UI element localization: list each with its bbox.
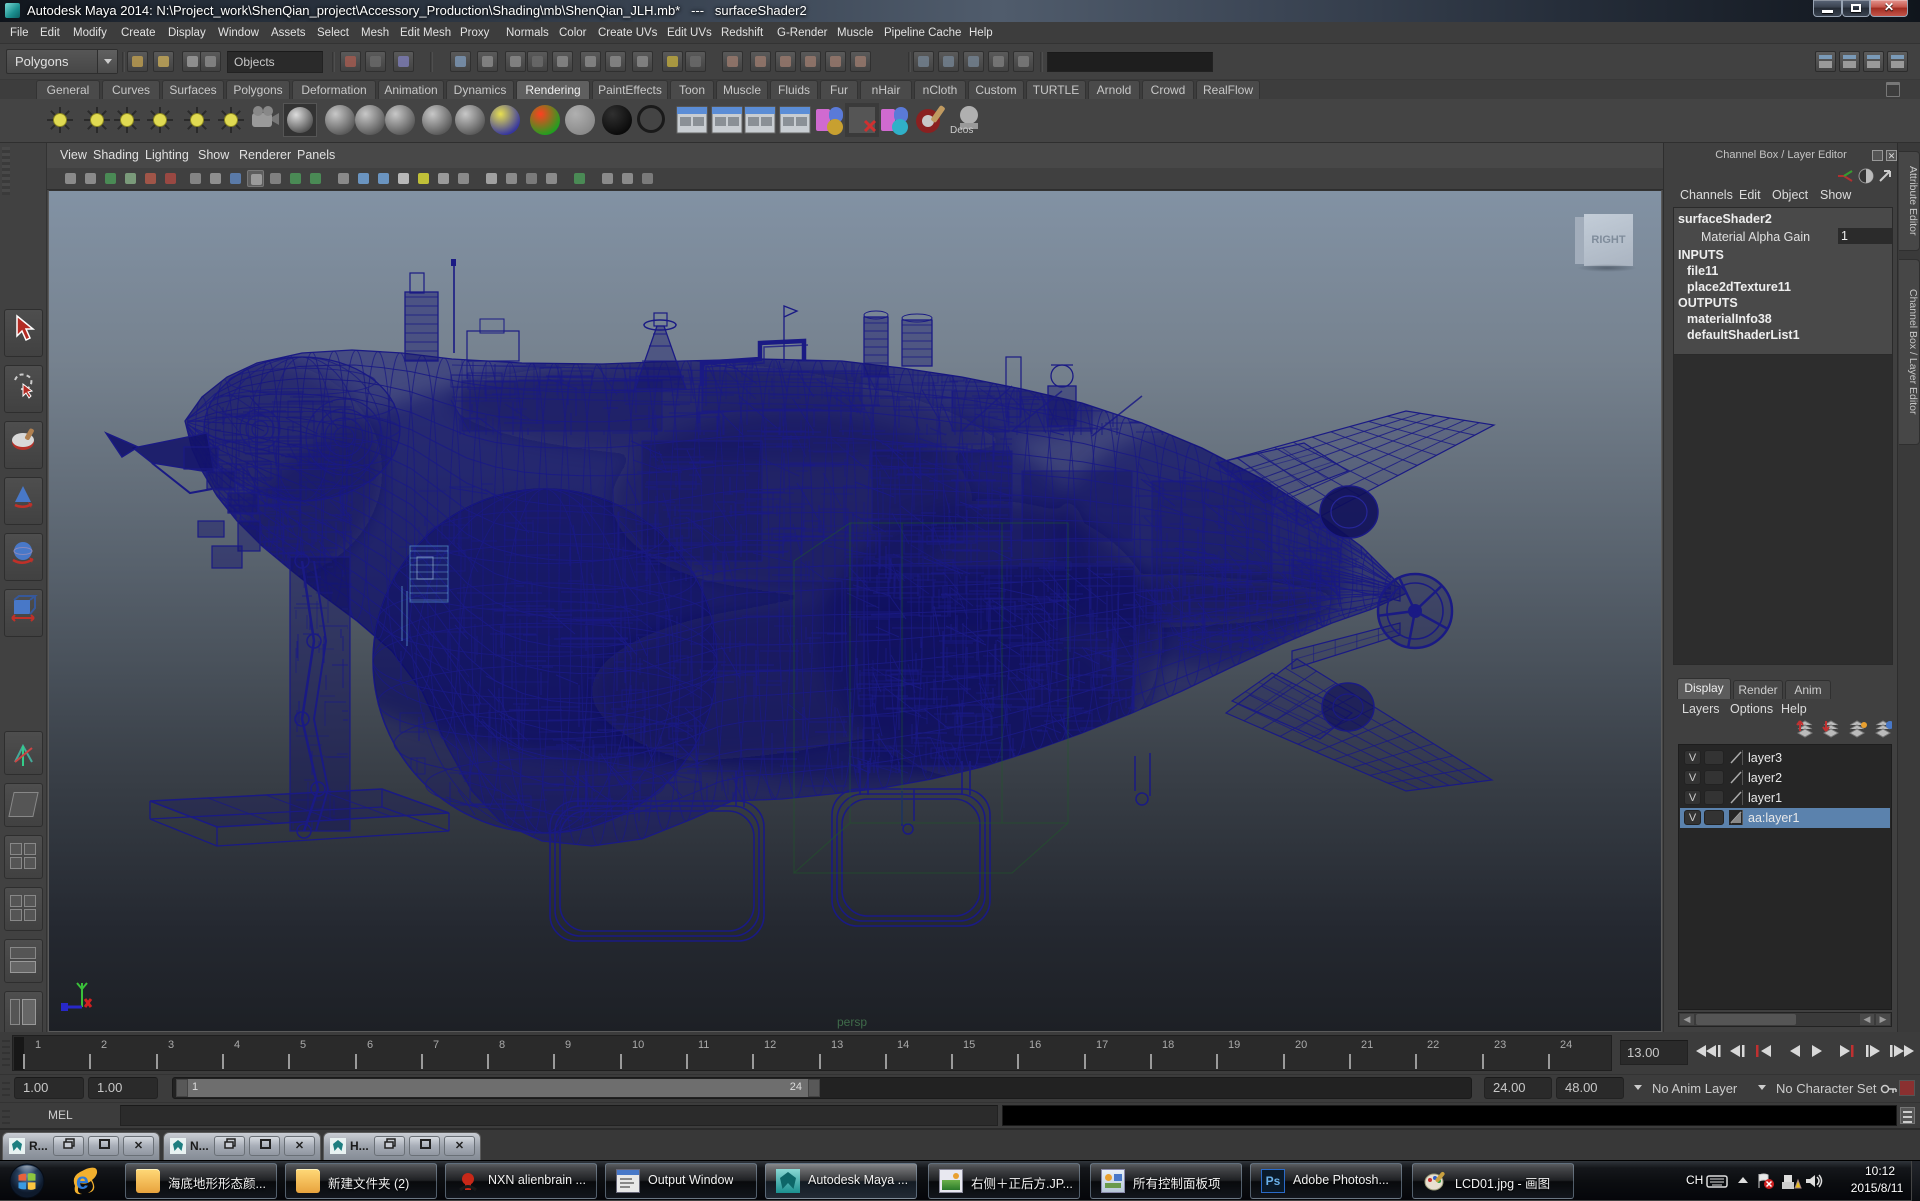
svg-text:e: e bbox=[76, 1168, 89, 1194]
